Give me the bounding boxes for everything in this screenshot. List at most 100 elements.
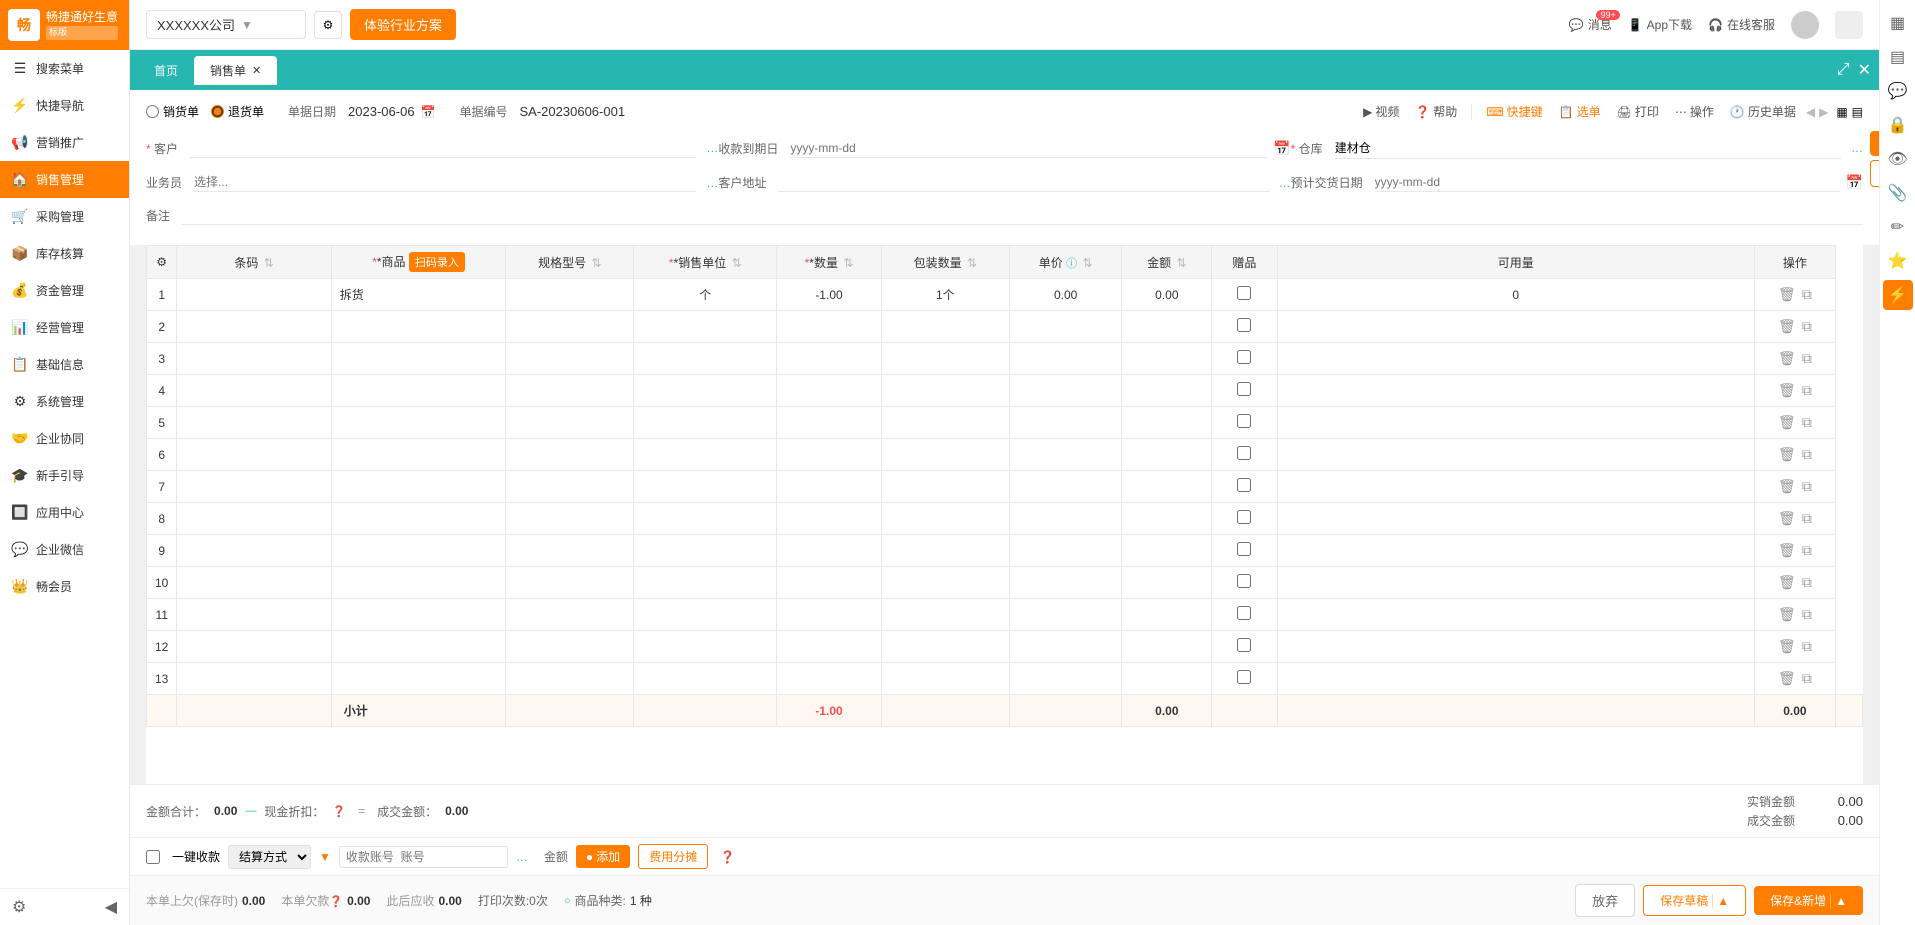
rp-star-button[interactable]: ⭐ — [1883, 246, 1913, 276]
scan-button[interactable]: 扫码录入 — [409, 252, 465, 272]
row-price[interactable] — [1009, 631, 1122, 663]
row-gift[interactable] — [1212, 663, 1277, 695]
row-barcode[interactable] — [177, 471, 331, 503]
user-avatar[interactable] — [1791, 11, 1819, 39]
company-select[interactable]: XXXXXX公司 ▼ — [146, 10, 306, 39]
row-barcode[interactable] — [177, 535, 331, 567]
copy-row-icon[interactable]: ⧉ — [1802, 574, 1812, 591]
owe-info-icon[interactable]: ❓ — [329, 896, 343, 908]
row-barcode[interactable] — [177, 631, 331, 663]
row-price[interactable] — [1009, 663, 1122, 695]
sidebar-item-apps[interactable]: 🔲 应用中心 — [0, 494, 129, 531]
row-qty[interactable] — [777, 375, 882, 407]
row-pack-qty[interactable] — [881, 439, 1009, 471]
row-product[interactable] — [331, 343, 506, 375]
row-amount[interactable] — [1122, 311, 1212, 343]
copy-row-icon[interactable]: ⧉ — [1802, 638, 1812, 655]
row-pack-qty[interactable] — [881, 471, 1009, 503]
print-btn[interactable]: 🖨 打印 — [1611, 100, 1665, 123]
delete-row-icon[interactable]: 🗑 — [1778, 382, 1796, 399]
copy-row-icon[interactable]: ⧉ — [1802, 446, 1812, 463]
row-pack-qty[interactable] — [881, 567, 1009, 599]
copy-row-icon[interactable]: ⧉ — [1802, 606, 1812, 623]
row-spec[interactable] — [506, 503, 634, 535]
save-draft-arrow-icon[interactable]: ▲ — [1712, 894, 1729, 908]
row-unit[interactable] — [634, 535, 777, 567]
customer-input[interactable] — [190, 141, 696, 155]
row-barcode[interactable] — [177, 599, 331, 631]
price-sort-icon[interactable]: ⇅ — [1082, 256, 1092, 270]
settings-col-icon[interactable]: ⚙ — [156, 255, 167, 269]
tab-home[interactable]: 首页 — [138, 56, 194, 85]
row-price[interactable] — [1009, 311, 1122, 343]
row-unit[interactable] — [634, 599, 777, 631]
row-amount[interactable]: 0.00 — [1122, 279, 1212, 311]
row-price[interactable] — [1009, 567, 1122, 599]
rp-attach-button[interactable]: 📎 — [1883, 178, 1913, 208]
grid-view-icon[interactable]: ▦ — [1836, 105, 1847, 119]
row-spec[interactable] — [506, 407, 634, 439]
row-spec[interactable] — [506, 631, 634, 663]
copy-row-icon[interactable]: ⧉ — [1802, 414, 1812, 431]
row-amount[interactable] — [1122, 599, 1212, 631]
row-qty[interactable] — [777, 471, 882, 503]
row-product[interactable]: 拆货 — [331, 279, 506, 311]
row-pack-qty[interactable] — [881, 631, 1009, 663]
one-click-pay-checkbox[interactable] — [146, 850, 160, 864]
payment-method-select[interactable]: 结算方式 — [228, 845, 311, 869]
form-settings-button[interactable]: ⚙ ⚙ 设置 — [1870, 131, 1879, 156]
row-barcode[interactable] — [177, 567, 331, 599]
row-unit[interactable] — [634, 471, 777, 503]
row-unit[interactable]: 个 — [634, 279, 777, 311]
row-amount[interactable] — [1122, 439, 1212, 471]
row-barcode[interactable] — [177, 663, 331, 695]
product-kind-icon[interactable]: ○ — [564, 895, 571, 907]
row-price[interactable] — [1009, 503, 1122, 535]
save-new-arrow-icon[interactable]: ▲ — [1830, 894, 1847, 908]
copy-row-icon[interactable]: ⧉ — [1802, 382, 1812, 399]
row-pack-qty[interactable] — [881, 343, 1009, 375]
row-barcode[interactable] — [177, 279, 331, 311]
row-spec[interactable] — [506, 279, 634, 311]
delete-row-icon[interactable]: 🗑 — [1778, 542, 1796, 559]
row-gift[interactable] — [1212, 407, 1277, 439]
row-gift[interactable] — [1212, 343, 1277, 375]
row-product[interactable] — [331, 663, 506, 695]
row-spec[interactable] — [506, 311, 634, 343]
row-pack-qty[interactable] — [881, 311, 1009, 343]
row-amount[interactable] — [1122, 503, 1212, 535]
row-gift[interactable] — [1212, 599, 1277, 631]
row-unit[interactable] — [634, 631, 777, 663]
delivery-date-input[interactable] — [1375, 175, 1475, 189]
amount-sort-icon[interactable]: ⇅ — [1176, 256, 1186, 270]
list-view-icon[interactable]: ▤ — [1852, 105, 1863, 119]
row-product[interactable] — [331, 599, 506, 631]
message-button[interactable]: 💬 消息 99+ — [1569, 16, 1612, 33]
calendar-icon[interactable]: 📅 — [421, 105, 436, 119]
row-pack-qty[interactable] — [881, 407, 1009, 439]
row-amount[interactable] — [1122, 471, 1212, 503]
copy-row-icon[interactable]: ⧉ — [1802, 318, 1812, 335]
return-order-radio[interactable]: 退货单 — [211, 103, 264, 120]
address-more-icon[interactable]: … — [1279, 176, 1291, 190]
calc-info-icon[interactable]: — — [245, 805, 256, 817]
row-product[interactable] — [331, 375, 506, 407]
row-qty[interactable] — [777, 311, 882, 343]
row-gift[interactable] — [1212, 535, 1277, 567]
payment-date-input[interactable] — [790, 141, 910, 155]
row-unit[interactable] — [634, 663, 777, 695]
row-gift[interactable] — [1212, 567, 1277, 599]
row-amount[interactable] — [1122, 375, 1212, 407]
row-pack-qty[interactable] — [881, 503, 1009, 535]
row-qty[interactable] — [777, 439, 882, 471]
row-barcode[interactable] — [177, 439, 331, 471]
row-amount[interactable] — [1122, 631, 1212, 663]
sidebar-item-member[interactable]: 👑 畅会员 — [0, 568, 129, 605]
sidebar-item-finance[interactable]: 💰 资金管理 — [0, 272, 129, 309]
row-barcode[interactable] — [177, 375, 331, 407]
topbar-gear-button[interactable]: ⚙ — [314, 11, 342, 39]
row-price[interactable] — [1009, 471, 1122, 503]
row-product[interactable] — [331, 311, 506, 343]
expense-split-button[interactable]: 费用分摊 — [638, 844, 708, 869]
row-price[interactable]: 0.00 — [1009, 279, 1122, 311]
